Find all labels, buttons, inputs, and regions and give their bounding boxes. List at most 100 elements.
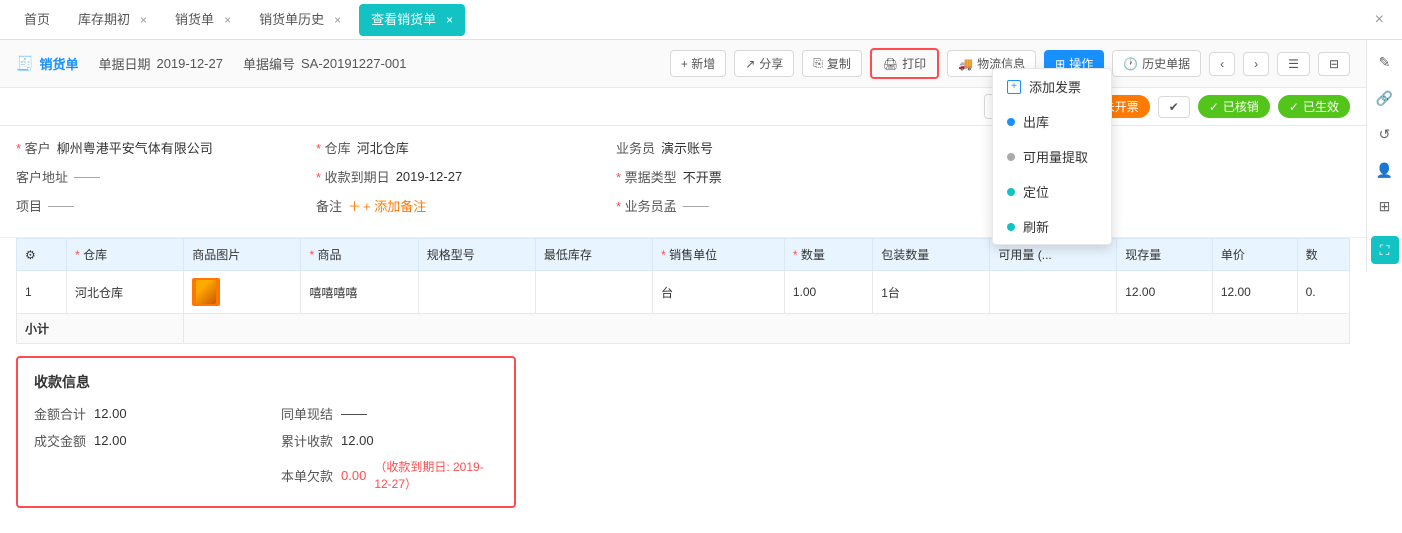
- doc-number-value: SA-20191227-001: [301, 56, 407, 71]
- sales-staff-field: 业务员孟 ——: [616, 196, 876, 215]
- nav-prev-button[interactable]: ‹: [1209, 52, 1235, 76]
- tab-sales-history[interactable]: 销货单历史 ×: [245, 0, 355, 40]
- payment-hint: （收款到期日: 2019-12-27）: [374, 458, 498, 492]
- effective-button[interactable]: ✓ 已生效: [1278, 95, 1350, 118]
- due-date-label: 收款到期日: [316, 167, 390, 186]
- doc-icon: 🧾: [16, 55, 33, 72]
- cell-available: [990, 271, 1117, 314]
- warehouse-field: 仓库 河北仓库: [316, 138, 576, 157]
- dropdown-locate[interactable]: 定位: [993, 174, 1111, 209]
- view-grid-button[interactable]: ⊟: [1318, 52, 1350, 76]
- dropdown-outbound[interactable]: 出库: [993, 104, 1111, 139]
- doc-header: 🧾 销货单 单据日期 2019-12-27 单据编号 SA-20191227-0…: [0, 40, 1366, 88]
- doc-number-label: 单据编号: [243, 54, 295, 73]
- sidebar-rotate-icon[interactable]: ↺: [1371, 120, 1399, 148]
- available-qty-icon: [1007, 153, 1015, 161]
- project-value: ——: [48, 198, 74, 213]
- cell-sales-unit: 台: [653, 271, 785, 314]
- col-product: 商品: [301, 239, 418, 271]
- payment-cumulative-label: 累计收款: [281, 431, 333, 450]
- note-field: 备注 ＋ + 添加备注: [316, 196, 576, 215]
- dropdown-available-qty[interactable]: 可用量提取: [993, 139, 1111, 174]
- address-value: ——: [74, 169, 100, 184]
- due-date-field: 收款到期日 2019-12-27: [316, 167, 576, 186]
- tab-view-sales[interactable]: 查看销货单 ×: [359, 4, 465, 36]
- copy-icon: ⎘: [813, 56, 823, 71]
- cell-unit-price: 12.00: [1212, 271, 1297, 314]
- check-icon: ✔: [1169, 100, 1179, 114]
- customer-field: 客户 柳州粤港平安气体有限公司: [16, 138, 276, 157]
- warehouse-value: 河北仓库: [357, 138, 409, 157]
- tab-sales-order-close[interactable]: ×: [224, 0, 231, 40]
- col-current-stock: 现存量: [1117, 239, 1213, 271]
- tab-inventory-init-close[interactable]: ×: [140, 0, 147, 40]
- refresh-label: 刷新: [1023, 217, 1049, 236]
- nav-next-button[interactable]: ›: [1243, 52, 1269, 76]
- right-sidebar: ✎ 🔗 ↺ 👤 ⊞ ⛶: [1366, 40, 1402, 272]
- payment-transaction: 成交金额 12.00: [34, 431, 251, 450]
- payment-transaction-label: 成交金额: [34, 431, 86, 450]
- copy-button[interactable]: ⎘ 复制: [802, 50, 862, 77]
- tab-home[interactable]: 首页: [10, 0, 64, 40]
- payment-cumulative-value: 12.00: [341, 433, 374, 448]
- print-button[interactable]: 🖨 打印: [873, 51, 936, 76]
- new-button[interactable]: + 新增: [670, 50, 726, 77]
- sidebar-grid-icon[interactable]: ⊞: [1371, 192, 1399, 220]
- tab-sales-order[interactable]: 销货单 ×: [161, 0, 245, 40]
- customer-label: 客户: [16, 138, 51, 157]
- add-invoice-label: 添加发票: [1029, 77, 1081, 96]
- staff-field: 业务员 演示账号: [616, 138, 876, 157]
- col-warehouse: 仓库: [67, 239, 184, 271]
- payment-same-order-value: ——: [341, 406, 367, 421]
- available-qty-label: 可用量提取: [1023, 147, 1088, 166]
- share-button[interactable]: ↗ 分享: [734, 50, 794, 77]
- cell-amount: 0.: [1297, 271, 1349, 314]
- payment-section: 收款信息 金额合计 12.00 同单现结 —— 成交金额 12.00 累计收款 …: [16, 356, 516, 508]
- col-amount: 数: [1297, 239, 1349, 271]
- sidebar-link-icon[interactable]: 🔗: [1371, 84, 1399, 112]
- operate-dropdown: + 添加发票 出库 可用量提取 定位 刷新: [992, 68, 1112, 245]
- project-field: 项目 ——: [16, 196, 276, 215]
- check-icon-button[interactable]: ✔: [1158, 96, 1190, 118]
- col-sales-unit: 销售单位: [653, 239, 785, 271]
- tab-home-label: 首页: [24, 0, 50, 40]
- payment-total-label: 金额合计: [34, 404, 86, 423]
- payment-same-order-label: 同单现结: [281, 404, 333, 423]
- ticket-label: 票据类型: [616, 167, 677, 186]
- customer-value: 柳州粤港平安气体有限公司: [57, 138, 213, 157]
- tab-sales-order-label: 销货单: [175, 0, 214, 40]
- tab-inventory-init-label: 库存期初: [78, 0, 130, 40]
- payment-total-value: 12.00: [94, 406, 127, 421]
- truck-icon: 🚚: [958, 57, 973, 71]
- add-invoice-icon: +: [1007, 80, 1021, 94]
- dropdown-add-invoice[interactable]: + 添加发票: [993, 69, 1111, 104]
- dropdown-refresh[interactable]: 刷新: [993, 209, 1111, 244]
- view-list-button[interactable]: ☰: [1277, 52, 1310, 76]
- tab-inventory-init[interactable]: 库存期初 ×: [64, 0, 161, 40]
- history-button[interactable]: 🕐 历史单据: [1112, 50, 1201, 77]
- locate-icon: [1007, 188, 1015, 196]
- tab-view-sales-close[interactable]: ×: [446, 4, 453, 36]
- locate-label: 定位: [1023, 182, 1049, 201]
- outbound-label: 出库: [1023, 112, 1049, 131]
- doc-date-field: 单据日期 2019-12-27: [98, 54, 223, 73]
- print-button-wrapper: 🖨 打印: [870, 48, 939, 79]
- table-section: ⚙ 仓库 商品图片 商品 规格型号 最低库存 销售单位 数量 包装数量 可用量 …: [0, 238, 1366, 344]
- subtotal-values: [184, 314, 1350, 344]
- sidebar-expand-icon[interactable]: ⛶: [1371, 236, 1399, 264]
- add-note-button[interactable]: ＋ + 添加备注: [348, 196, 426, 215]
- address-field: 客户地址 ——: [16, 167, 276, 186]
- outbound-icon: [1007, 118, 1015, 126]
- payment-total: 金额合计 12.00: [34, 404, 251, 423]
- sidebar-edit-icon[interactable]: ✎: [1371, 48, 1399, 76]
- col-pack-qty: 包装数量: [873, 239, 990, 271]
- project-label: 项目: [16, 196, 42, 215]
- address-label: 客户地址: [16, 167, 68, 186]
- window-close-button[interactable]: ×: [1367, 11, 1392, 29]
- cell-current-stock: 12.00: [1117, 271, 1213, 314]
- sidebar-user-icon[interactable]: 👤: [1371, 156, 1399, 184]
- refresh-icon: [1007, 223, 1015, 231]
- ticket-value: 不开票: [683, 167, 722, 186]
- checked-button[interactable]: ✓ 已核销: [1198, 95, 1270, 118]
- tab-sales-history-close[interactable]: ×: [334, 0, 341, 40]
